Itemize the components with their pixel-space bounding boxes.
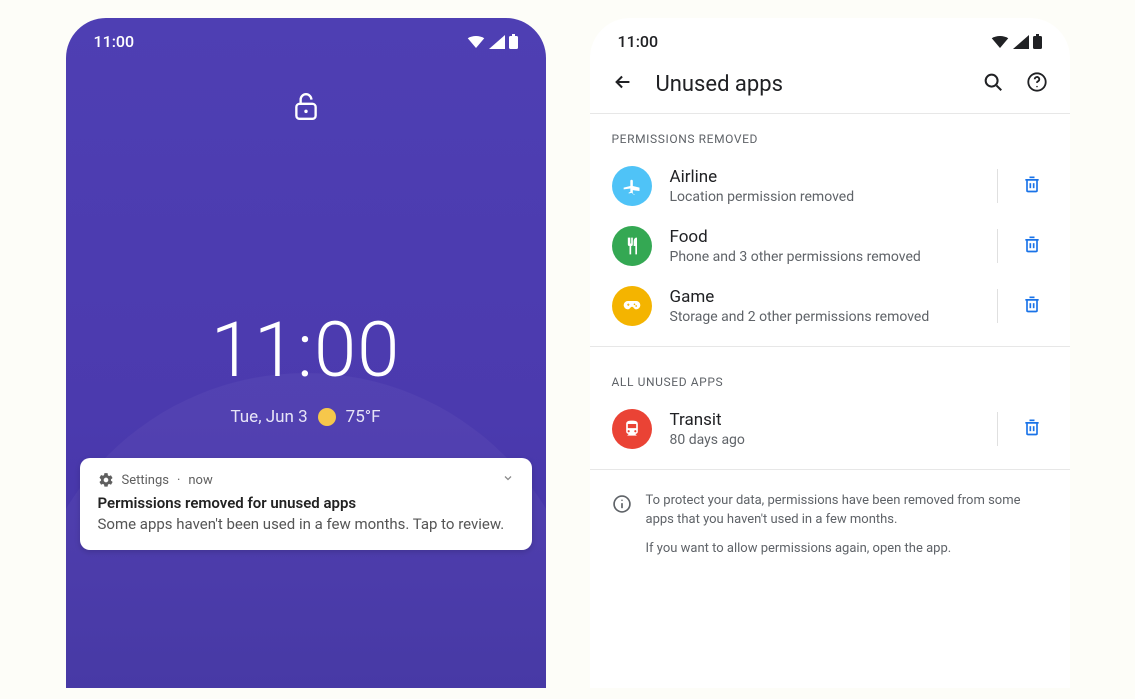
app-item[interactable]: Transit 80 days ago <box>590 399 1070 459</box>
divider <box>590 469 1070 470</box>
status-bar: 11:00 <box>66 18 546 51</box>
help-icon <box>1026 71 1048 93</box>
app-item[interactable]: Airline Location permission removed <box>590 156 1070 216</box>
lock-icon-wrap <box>66 91 546 125</box>
delete-button[interactable] <box>1016 287 1048 325</box>
notification-header: Settings · now <box>98 472 514 488</box>
cell-signal-icon <box>1013 35 1029 49</box>
app-name: Airline <box>670 167 979 187</box>
notification-dot: · <box>177 473 180 488</box>
info-text-1: To protect your data, permissions have b… <box>646 492 1048 530</box>
unlock-icon <box>293 91 319 121</box>
app-avatar <box>612 286 652 326</box>
app-subtitle: Storage and 2 other permissions removed <box>670 309 979 325</box>
status-bar: 11:00 <box>590 18 1070 51</box>
chevron-down-icon[interactable] <box>502 472 514 488</box>
info-icon <box>612 494 632 559</box>
app-bar: Unused apps <box>590 51 1070 114</box>
app-name: Food <box>670 227 979 247</box>
app-subtitle: 80 days ago <box>670 432 979 448</box>
status-time: 11:00 <box>94 32 135 51</box>
back-button[interactable] <box>612 71 634 97</box>
app-name: Game <box>670 287 979 307</box>
app-subtitle: Location permission removed <box>670 189 979 205</box>
cell-signal-icon <box>489 35 505 49</box>
search-icon <box>982 71 1004 93</box>
trash-icon <box>1022 173 1042 195</box>
notification-body: Some apps haven't been used in a few mon… <box>98 514 514 534</box>
lockscreen-phone: 11:00 11:00 Tue, Jun 3 75°F Settings · n… <box>66 18 546 688</box>
app-avatar <box>612 409 652 449</box>
notification-title: Permissions removed for unused apps <box>98 494 514 512</box>
permissions-removed-list: Airline Location permission removed Food Ph… <box>590 156 1070 336</box>
page-title: Unused apps <box>656 72 960 97</box>
settings-phone: 11:00 Unused apps PERMISSIONS REMOVED Ai… <box>590 18 1070 688</box>
vertical-divider <box>997 169 998 203</box>
app-avatar <box>612 226 652 266</box>
divider <box>590 346 1070 347</box>
help-button[interactable] <box>1026 71 1048 97</box>
notification-card[interactable]: Settings · now Permissions removed for u… <box>80 458 532 550</box>
wifi-icon <box>991 35 1009 49</box>
delete-button[interactable] <box>1016 410 1048 448</box>
vertical-divider <box>997 412 998 446</box>
section-permissions-removed: PERMISSIONS REMOVED <box>590 114 1070 156</box>
trash-icon <box>1022 416 1042 438</box>
gear-icon <box>98 472 114 488</box>
battery-icon <box>1033 34 1042 49</box>
search-button[interactable] <box>982 71 1004 97</box>
app-item[interactable]: Food Phone and 3 other permissions remove… <box>590 216 1070 276</box>
arrow-left-icon <box>612 71 634 93</box>
vertical-divider <box>997 229 998 263</box>
status-time: 11:00 <box>618 32 659 51</box>
unused-apps-list: Transit 80 days ago <box>590 399 1070 459</box>
trash-icon <box>1022 233 1042 255</box>
app-name: Transit <box>670 410 979 430</box>
wifi-icon <box>467 35 485 49</box>
section-all-unused: ALL UNUSED APPS <box>590 357 1070 399</box>
notification-source: Settings <box>122 473 169 488</box>
battery-icon <box>509 34 518 49</box>
info-text-2: If you want to allow permissions again, … <box>646 540 1048 559</box>
vertical-divider <box>997 289 998 323</box>
trash-icon <box>1022 293 1042 315</box>
notification-when: now <box>188 473 212 488</box>
status-icons <box>991 34 1042 49</box>
app-subtitle: Phone and 3 other permissions removed <box>670 249 979 265</box>
app-item[interactable]: Game Storage and 2 other permissions remo… <box>590 276 1070 336</box>
delete-button[interactable] <box>1016 227 1048 265</box>
delete-button[interactable] <box>1016 167 1048 205</box>
app-avatar <box>612 166 652 206</box>
status-icons <box>467 34 518 49</box>
info-block: To protect your data, permissions have b… <box>590 480 1070 559</box>
